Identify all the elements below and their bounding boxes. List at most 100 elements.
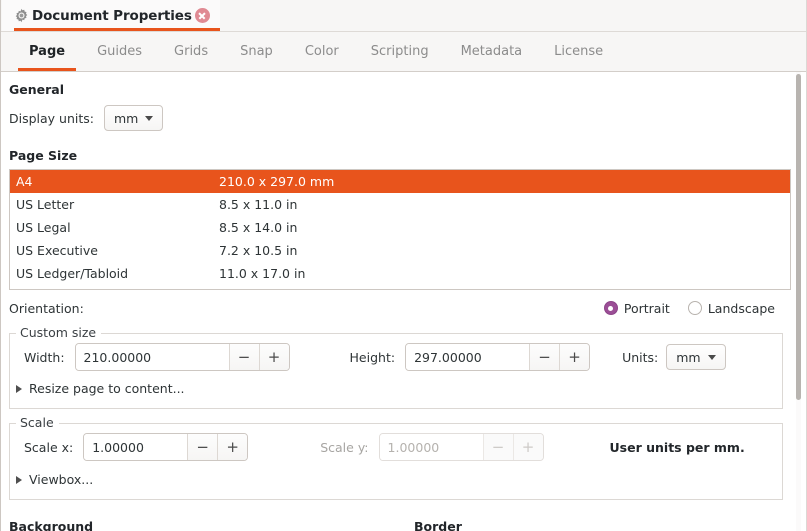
table-row[interactable]: US Letter 8.5 x 11.0 in	[10, 193, 790, 216]
custom-size-group: Custom size Width: 210.00000 − + Height:…	[9, 325, 783, 409]
tab-guides[interactable]: Guides	[81, 32, 158, 71]
scale-x-increment-button[interactable]: +	[217, 434, 248, 460]
display-units-label: Display units:	[9, 110, 94, 126]
width-label: Width:	[24, 349, 65, 365]
height-increment-button[interactable]: +	[559, 344, 590, 370]
background-heading: Background	[9, 519, 94, 531]
user-units-note: User units per mm.	[609, 439, 745, 455]
orientation-label: Orientation:	[9, 300, 84, 316]
tab-label: Scripting	[370, 44, 429, 59]
page-size-dimensions: 8.5 x 11.0 in	[219, 197, 298, 212]
page-size-heading: Page Size	[9, 148, 78, 163]
tab-label: Grids	[174, 44, 209, 59]
page-size-dimensions: 210.0 x 297.0 mm	[219, 174, 335, 189]
radio-portrait[interactable]	[603, 301, 618, 315]
close-icon[interactable]	[194, 8, 210, 23]
scale-group: Scale Scale x: 1.00000 − + Scale y: 1.00…	[9, 415, 783, 500]
page-size-dimensions: 7.2 x 10.5 in	[219, 243, 298, 258]
page-size-name: US Legal	[16, 220, 71, 235]
document-properties-dialog: Document Properties Page Guides Grids Sn…	[0, 0, 807, 531]
tab-label: License	[554, 44, 604, 59]
tab-label: Guides	[97, 44, 143, 59]
page-size-name: US Letter	[16, 197, 75, 212]
scale-y-label: Scale y:	[320, 439, 369, 455]
scale-x-decrement-button[interactable]: −	[187, 434, 218, 460]
width-spinner[interactable]: 210.00000 − +	[74, 343, 290, 371]
custom-size-legend: Custom size	[18, 325, 102, 340]
units-dropdown[interactable]: mm	[666, 344, 726, 370]
orientation-landscape-label: Landscape	[707, 300, 775, 316]
panel-tab-document-properties[interactable]: Document Properties	[2, 0, 220, 31]
tab-label: Page	[29, 44, 66, 59]
tab-page[interactable]: Page	[13, 32, 81, 71]
scale-y-spinner: 1.00000 − +	[378, 433, 544, 461]
display-units-value: mm	[114, 110, 139, 126]
height-input[interactable]: 297.00000	[406, 344, 530, 370]
custom-size-row: Width: 210.00000 − + Height: 297.00000 −…	[10, 343, 782, 371]
page-size-dimensions: 11.0 x 17.0 in	[219, 266, 306, 281]
page-size-name: US Ledger/Tabloid	[16, 266, 129, 281]
scale-y-decrement-button: −	[482, 434, 513, 460]
gear-icon	[15, 8, 28, 23]
tab-snap[interactable]: Snap	[224, 32, 289, 71]
page-size-dimensions: 8.5 x 14.0 in	[219, 220, 298, 235]
radio-landscape[interactable]	[687, 301, 702, 315]
scale-x-input[interactable]: 1.00000	[84, 434, 188, 460]
width-decrement-button[interactable]: −	[228, 344, 259, 370]
page-size-name: US Executive	[16, 243, 98, 258]
tab-scripting[interactable]: Scripting	[355, 32, 445, 71]
viewbox-label: Viewbox...	[29, 472, 94, 487]
scale-x-label: Scale x:	[24, 439, 74, 455]
scale-legend: Scale	[18, 415, 59, 430]
page-size-dimensions: 841.0 x 1189.0 mm	[219, 289, 790, 290]
panel-title: Document Properties	[32, 7, 192, 24]
tab-metadata[interactable]: Metadata	[445, 32, 539, 71]
display-units-dropdown[interactable]: mm	[104, 105, 164, 131]
viewbox-expander[interactable]: Viewbox...	[10, 468, 782, 491]
units-label: Units:	[622, 349, 659, 365]
vertical-scrollbar[interactable]	[792, 72, 805, 531]
table-row[interactable]: US Executive 7.2 x 10.5 in	[10, 239, 790, 262]
height-spinner[interactable]: 297.00000 − +	[405, 343, 591, 371]
tab-license[interactable]: License	[538, 32, 619, 71]
panel-tab-underline	[14, 28, 220, 31]
units-value: mm	[676, 349, 701, 365]
scale-y-input: 1.00000	[379, 434, 483, 460]
width-increment-button[interactable]: +	[258, 344, 289, 370]
table-row[interactable]: US Legal 8.5 x 14.0 in	[10, 216, 790, 239]
height-decrement-button[interactable]: −	[529, 344, 560, 370]
chevron-right-icon	[16, 384, 22, 393]
display-units-row: Display units: mm	[9, 105, 791, 131]
tabbar: Page Guides Grids Snap Color Scripting M…	[1, 32, 807, 72]
chevron-down-icon	[707, 354, 716, 360]
tab-label: Color	[304, 44, 339, 59]
tab-grids[interactable]: Grids	[158, 32, 224, 71]
page-size-name: A0	[16, 289, 219, 290]
page-tab-content: General Display units: mm Page Size A4 2…	[1, 72, 807, 531]
tab-color[interactable]: Color	[289, 32, 355, 71]
chevron-down-icon	[145, 115, 154, 121]
scrollbar-thumb[interactable]	[796, 74, 801, 400]
panel-titlebar: Document Properties	[1, 0, 807, 32]
orientation-portrait-label: Portrait	[623, 300, 670, 316]
scale-x-spinner[interactable]: 1.00000 − +	[83, 433, 249, 461]
bottom-headings-row: Background Border	[9, 519, 791, 531]
table-row[interactable]: A4 210.0 x 297.0 mm	[10, 170, 790, 193]
orientation-landscape-option[interactable]: Landscape	[687, 300, 775, 316]
table-row[interactable]: US Ledger/Tabloid 11.0 x 17.0 in	[10, 262, 790, 285]
page-size-list[interactable]: A4 210.0 x 297.0 mm US Letter 8.5 x 11.0…	[9, 169, 791, 290]
width-input[interactable]: 210.00000	[75, 344, 229, 370]
border-heading: Border	[414, 519, 462, 531]
tab-label: Metadata	[460, 44, 523, 59]
general-heading: General	[9, 82, 64, 97]
page-size-name: A4	[16, 174, 33, 189]
resize-page-to-content-expander[interactable]: Resize page to content...	[10, 377, 782, 400]
scale-row: Scale x: 1.00000 − + Scale y: 1.00000 − …	[10, 433, 782, 461]
chevron-right-icon	[16, 475, 22, 484]
scale-y-increment-button: +	[512, 434, 543, 460]
height-label: Height:	[349, 349, 396, 365]
table-row[interactable]: A0 841.0 x 1189.0 mm	[10, 285, 790, 290]
resize-page-to-content-label: Resize page to content...	[29, 381, 185, 396]
orientation-row: Orientation: Portrait Landscape	[9, 295, 791, 321]
orientation-portrait-option[interactable]: Portrait	[603, 300, 670, 316]
